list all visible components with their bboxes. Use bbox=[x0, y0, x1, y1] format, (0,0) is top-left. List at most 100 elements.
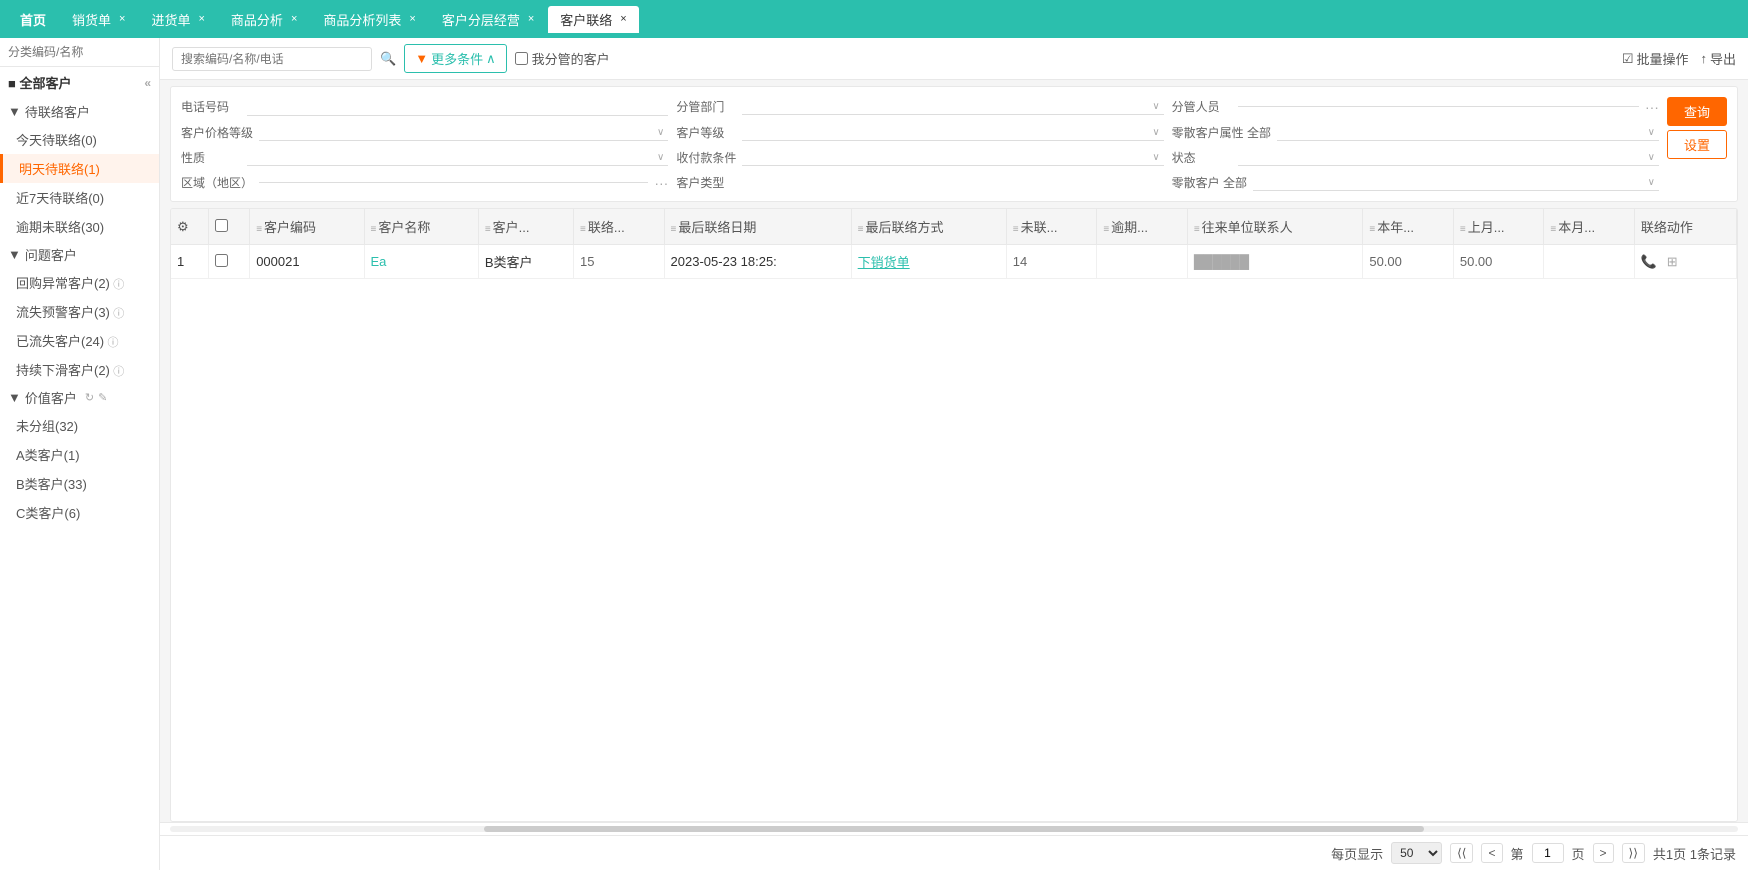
col-name[interactable]: ≡客户名称 bbox=[364, 209, 478, 245]
sidebar-item-churn-warning[interactable]: 流失预警客户(3) ⓘ bbox=[0, 297, 159, 326]
bottom-bar: 每页显示 50 100 200 ⟨⟨ < 第 页 > ⟩⟩ 共1页 1条记录 bbox=[160, 835, 1748, 870]
batch-operation-button[interactable]: ☑ 批量操作 bbox=[1622, 49, 1689, 68]
close-icon[interactable]: × bbox=[291, 13, 297, 25]
export-button[interactable]: ↑ 导出 bbox=[1700, 49, 1736, 68]
nav-product-analysis[interactable]: 商品分析 × bbox=[219, 6, 309, 33]
filter-icon: ▼ bbox=[415, 51, 428, 66]
sidebar-item-class-b[interactable]: B类客户(33) bbox=[0, 469, 159, 498]
close-icon[interactable]: × bbox=[620, 13, 626, 25]
col-contact-count[interactable]: ≡联络... bbox=[574, 209, 665, 245]
col-this-month[interactable]: ≡本月... bbox=[1544, 209, 1635, 245]
search-icon[interactable]: 🔍 bbox=[380, 51, 396, 67]
status-select[interactable]: ∨ bbox=[1238, 150, 1659, 166]
cell-checkbox[interactable] bbox=[209, 245, 250, 279]
scrollbar-track[interactable] bbox=[170, 826, 1738, 832]
page-size-select[interactable]: 50 100 200 bbox=[1391, 842, 1442, 864]
horizontal-scrollbar[interactable] bbox=[160, 822, 1748, 835]
chevron-down-icon: ∨ bbox=[1648, 152, 1655, 163]
chevron-down-icon: ∨ bbox=[657, 127, 664, 138]
close-icon[interactable]: × bbox=[409, 13, 415, 25]
sidebar-item-ungrouped[interactable]: 未分组(32) bbox=[0, 411, 159, 440]
sidebar-search-input[interactable] bbox=[8, 45, 160, 59]
dots-icon[interactable]: ··· bbox=[1645, 99, 1659, 115]
filter-row-3: 性质 ∨ 收付款条件 ∨ bbox=[181, 149, 1659, 166]
col-last-month[interactable]: ≡上月... bbox=[1453, 209, 1544, 245]
price-level-select[interactable]: ∨ bbox=[259, 125, 668, 141]
sidebar-item-declining[interactable]: 持续下滑客户(2) ⓘ bbox=[0, 355, 159, 384]
sidebar-group-problem-customers[interactable]: ▼ 问题客户 bbox=[0, 241, 159, 268]
col-last-contact-date[interactable]: ≡最后联络日期 bbox=[664, 209, 851, 245]
col-checkbox[interactable] bbox=[209, 209, 250, 245]
reset-button[interactable]: 设置 bbox=[1667, 130, 1727, 159]
sidebar-item-abnormal-repurchase[interactable]: 回购异常客户(2) ⓘ bbox=[0, 268, 159, 297]
retail-attr-select[interactable]: ∨ bbox=[1277, 125, 1659, 141]
col-this-year[interactable]: ≡本年... bbox=[1363, 209, 1454, 245]
cell-code: 000021 bbox=[250, 245, 364, 279]
search-input[interactable] bbox=[172, 47, 372, 71]
select-all-checkbox[interactable] bbox=[215, 219, 228, 232]
col-last-contact-method[interactable]: ≡最后联络方式 bbox=[851, 209, 1006, 245]
manager-input[interactable] bbox=[1238, 106, 1639, 107]
first-page-button[interactable]: ⟨⟨ bbox=[1450, 843, 1473, 863]
nav-home[interactable]: 首页 bbox=[8, 6, 58, 33]
checkbox-icon: ☑ bbox=[1622, 51, 1634, 67]
refresh-icon[interactable]: ↻ bbox=[85, 391, 94, 404]
sidebar-item-churned[interactable]: 已流失客户(24) ⓘ bbox=[0, 326, 159, 355]
row-checkbox[interactable] bbox=[215, 254, 228, 267]
col-uncontacted[interactable]: ≡未联... bbox=[1006, 209, 1097, 245]
next-page-button[interactable]: > bbox=[1593, 843, 1614, 863]
col-company-contact[interactable]: ≡往来单位联系人 bbox=[1187, 209, 1363, 245]
payment-select[interactable]: ∨ bbox=[742, 150, 1163, 166]
cell-action: 📞 ⊞ bbox=[1634, 245, 1736, 279]
region-input[interactable] bbox=[259, 182, 648, 183]
nav-customer-stratification[interactable]: 客户分层经营 × bbox=[430, 6, 546, 33]
nav-sales-order[interactable]: 销货单 × bbox=[60, 6, 137, 33]
dept-select[interactable]: ∨ bbox=[742, 99, 1163, 115]
sidebar-item-today-contact[interactable]: 今天待联络(0) bbox=[0, 125, 159, 154]
more-conditions-button[interactable]: ▼ 更多条件 ∧ bbox=[404, 44, 506, 73]
sidebar-item-class-a[interactable]: A类客户(1) bbox=[0, 440, 159, 469]
sidebar-all-customers[interactable]: ■ 全部客户 « bbox=[0, 67, 159, 98]
dots-icon[interactable]: ··· bbox=[654, 175, 668, 191]
prev-page-button[interactable]: < bbox=[1481, 843, 1502, 863]
col-code[interactable]: ≡客户编码 bbox=[250, 209, 364, 245]
cell-this-year: 50.00 bbox=[1363, 245, 1454, 279]
cell-type: B类客户 bbox=[478, 245, 573, 279]
collapse-icon: « bbox=[144, 76, 151, 90]
edit-icon[interactable]: ✎ bbox=[98, 391, 107, 404]
sidebar-group-pending-contact[interactable]: ▼ 待联络客户 bbox=[0, 98, 159, 125]
advanced-filter-panel: 电话号码 分管部门 ∨ 分管人员 bbox=[170, 86, 1738, 202]
page-number-input[interactable] bbox=[1532, 843, 1564, 863]
nature-select[interactable]: ∨ bbox=[247, 150, 668, 166]
sidebar-group-value-customers[interactable]: ▼ 价值客户 ↻ ✎ bbox=[0, 384, 159, 411]
col-overdue[interactable]: ≡逾期... bbox=[1097, 209, 1188, 245]
phone-action-icon[interactable]: 📞 bbox=[1641, 254, 1657, 269]
nav-customer-contact[interactable]: 客户联络 × bbox=[548, 6, 638, 33]
sidebar-item-class-c[interactable]: C类客户(6) bbox=[0, 498, 159, 527]
cell-last-contact-method[interactable]: 下销货单 bbox=[851, 245, 1006, 279]
close-icon[interactable]: × bbox=[198, 13, 204, 25]
nav-product-analysis-list[interactable]: 商品分析列表 × bbox=[311, 6, 427, 33]
arrow-icon: ▼ bbox=[8, 247, 21, 262]
close-icon[interactable]: × bbox=[119, 13, 125, 25]
sidebar-item-7day-contact[interactable]: 近7天待联络(0) bbox=[0, 183, 159, 212]
col-type[interactable]: ≡客户... bbox=[478, 209, 573, 245]
retail-customer-select[interactable]: ∨ bbox=[1253, 175, 1659, 191]
sidebar-item-overdue-contact[interactable]: 逾期未联络(30) bbox=[0, 212, 159, 241]
customer-level-select[interactable]: ∨ bbox=[742, 125, 1163, 141]
more-action-icon[interactable]: ⊞ bbox=[1667, 254, 1678, 269]
cell-name[interactable]: Ea bbox=[364, 245, 478, 279]
nav-purchase-order[interactable]: 进货单 × bbox=[139, 6, 216, 33]
sidebar-item-tomorrow-contact[interactable]: 明天待联络(1) bbox=[0, 154, 159, 183]
cell-last-contact-date: 2023-05-23 18:25: bbox=[664, 245, 851, 279]
chevron-down-icon: ∨ bbox=[1648, 127, 1655, 138]
close-icon[interactable]: × bbox=[528, 13, 534, 25]
phone-input[interactable] bbox=[247, 97, 668, 116]
col-settings[interactable]: ⚙ bbox=[171, 209, 209, 245]
chevron-down-icon: ∨ bbox=[657, 152, 664, 163]
query-button[interactable]: 查询 bbox=[1667, 97, 1727, 126]
my-customers-checkbox[interactable]: 我分管的客户 bbox=[515, 49, 610, 68]
scrollbar-thumb[interactable] bbox=[484, 826, 1425, 832]
last-page-button[interactable]: ⟩⟩ bbox=[1622, 843, 1645, 863]
filter-customer-type: 客户类型 bbox=[676, 174, 1163, 191]
